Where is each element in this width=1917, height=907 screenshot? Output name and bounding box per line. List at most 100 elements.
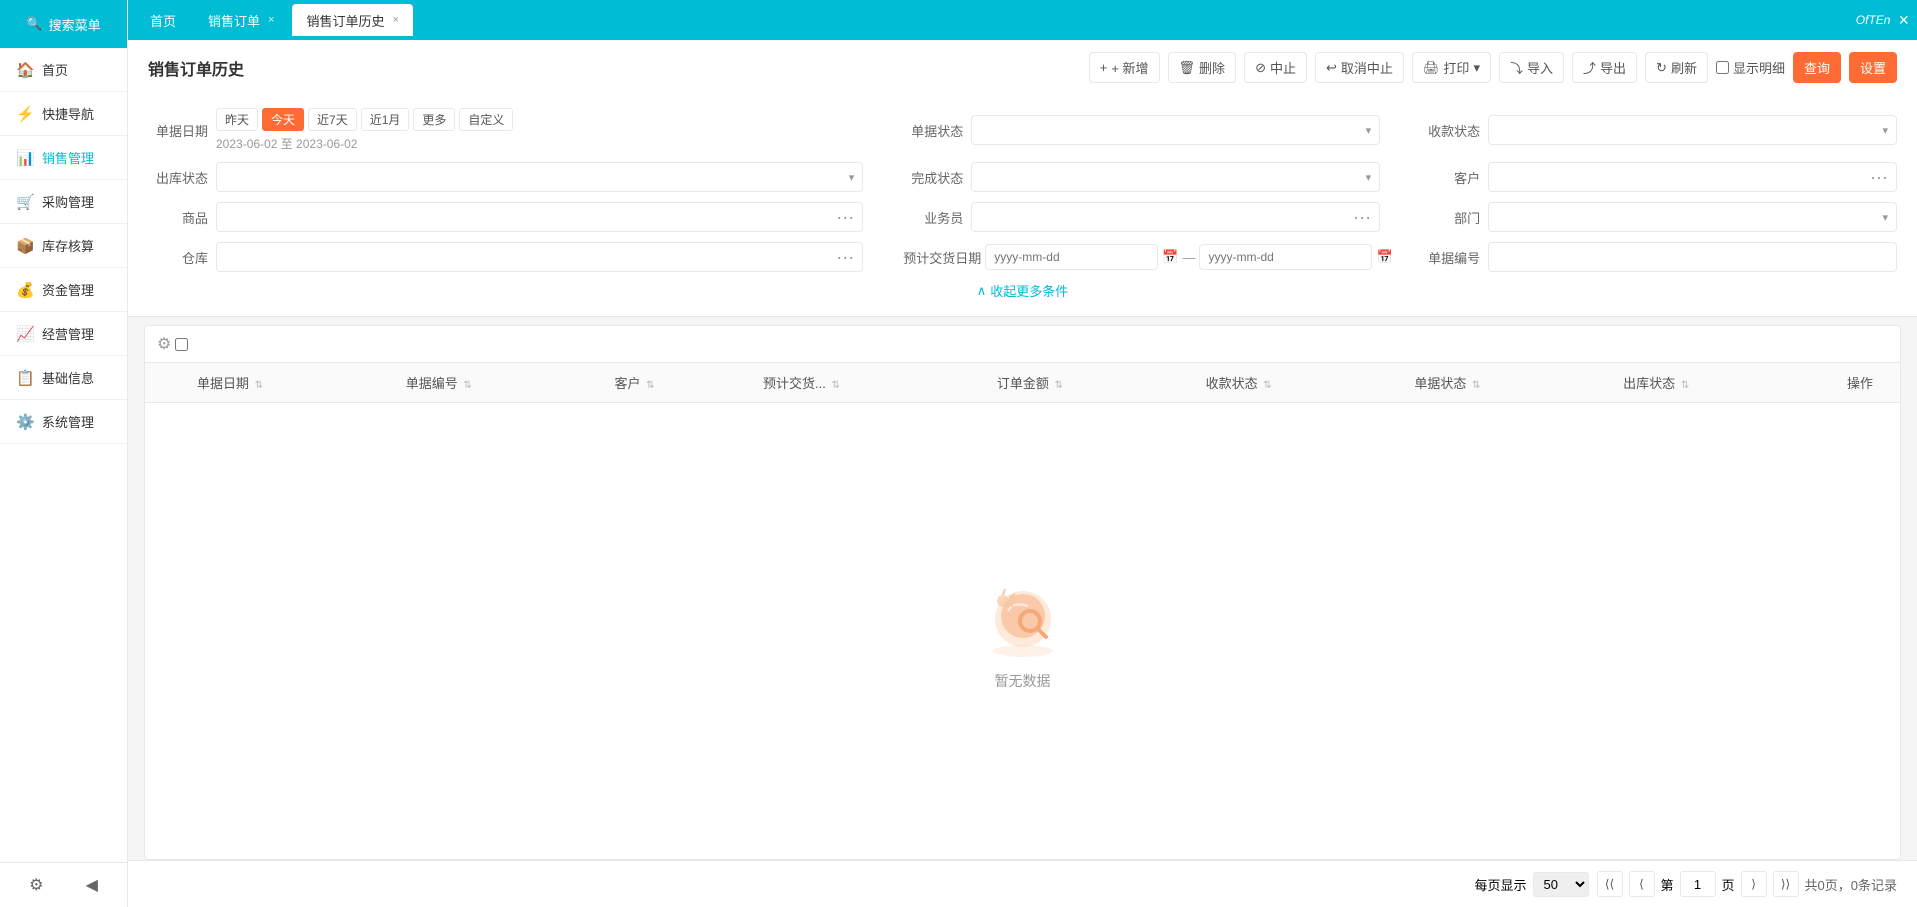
customer-control[interactable]: ··· bbox=[1488, 162, 1897, 192]
empty-illustration bbox=[973, 571, 1073, 671]
date-btn-more[interactable]: 更多 bbox=[413, 108, 455, 131]
product-label: 商品 bbox=[148, 208, 208, 227]
collapse-icon[interactable]: ◀ bbox=[86, 875, 98, 895]
tab-home[interactable]: 首页 bbox=[136, 4, 190, 36]
sidebar-item-quick-nav[interactable]: ⚡ 快捷导航 bbox=[0, 92, 127, 136]
calendar-end-icon[interactable]: 📅 bbox=[1376, 249, 1392, 265]
date-btn-yesterday[interactable]: 昨天 bbox=[216, 108, 258, 131]
filter-area: 单据日期 昨天 今天 近7天 近1月 更多 自定义 2023-06-02 至 2… bbox=[148, 95, 1897, 316]
sidebar-item-purchase[interactable]: 🛒 采购管理 bbox=[0, 180, 127, 224]
main-area: 首页 销售订单 × 销售订单历史 × OfTEn × 销售订单历史 + + 新增 bbox=[128, 0, 1917, 907]
cancel-stop-icon: ↩ bbox=[1326, 60, 1337, 76]
import-button[interactable]: ⤵ 导入 bbox=[1499, 52, 1564, 83]
delete-button[interactable]: 🗑 删除 bbox=[1168, 52, 1237, 83]
per-page-select[interactable]: 50 10 20 100 bbox=[1533, 872, 1589, 897]
date-btn-1month[interactable]: 近1月 bbox=[361, 108, 410, 131]
salesperson-control[interactable]: ··· bbox=[971, 202, 1380, 232]
collapse-row[interactable]: ∧ 收起更多条件 bbox=[148, 277, 1897, 304]
tab-bar-close-icon[interactable]: × bbox=[1898, 10, 1909, 31]
sidebar-item-finance[interactable]: 💰 资金管理 bbox=[0, 268, 127, 312]
warehouse-control[interactable]: ··· bbox=[216, 242, 863, 272]
query-button[interactable]: 查询 bbox=[1793, 52, 1841, 83]
table-header: 单据日期 ⇅ 单据编号 ⇅ 客户 ⇅ 预计交货... bbox=[145, 363, 1900, 403]
payment-status-chevron: ▾ bbox=[1882, 124, 1888, 137]
tab-bar-right: OfTEn × bbox=[1856, 10, 1909, 31]
empty-text: 暂无数据 bbox=[995, 671, 1051, 691]
th-check bbox=[145, 363, 185, 403]
tab-sales-order[interactable]: 销售订单 × bbox=[194, 4, 288, 36]
tab-home-label: 首页 bbox=[150, 11, 176, 30]
order-status-chevron: ▾ bbox=[1366, 124, 1372, 137]
calendar-start-icon[interactable]: 📅 bbox=[1162, 249, 1178, 265]
sidebar-item-sales[interactable]: 📊 销售管理 bbox=[0, 136, 127, 180]
department-control[interactable]: ▾ bbox=[1488, 202, 1897, 232]
th-number[interactable]: 单据编号 ⇅ bbox=[394, 363, 603, 403]
expected-date-end[interactable] bbox=[1199, 244, 1372, 270]
pagination: ⟨⟨ ⟨ 第 页 ⟩ ⟩⟩ 共0页，0条记录 bbox=[1597, 871, 1898, 897]
new-button[interactable]: + + 新增 bbox=[1089, 52, 1160, 83]
sidebar-item-operations[interactable]: 📈 经营管理 bbox=[0, 312, 127, 356]
select-all-checkbox[interactable] bbox=[175, 338, 188, 351]
sidebar-item-inventory[interactable]: 📦 库存核算 bbox=[0, 224, 127, 268]
filter-salesperson: 业务员 ··· bbox=[903, 202, 1380, 232]
th-date[interactable]: 单据日期 ⇅ bbox=[185, 363, 394, 403]
order-number-control[interactable] bbox=[1488, 242, 1897, 272]
gear-table-icon[interactable]: ⚙ bbox=[157, 334, 171, 354]
display-detail-input[interactable] bbox=[1716, 61, 1729, 74]
th-delivery-status[interactable]: 出库状态 ⇅ bbox=[1611, 363, 1820, 403]
chevron-up-icon: ∧ bbox=[977, 283, 987, 299]
search-icon: 🔍 bbox=[26, 16, 42, 32]
sidebar-item-system-label: 系统管理 bbox=[42, 412, 94, 431]
warehouse-label: 仓库 bbox=[148, 248, 208, 267]
print-button[interactable]: 🖨 打印 ▾ bbox=[1412, 52, 1491, 83]
first-page-button[interactable]: ⟨⟨ bbox=[1597, 871, 1623, 897]
settings-button[interactable]: 设置 bbox=[1849, 52, 1897, 83]
filter-row-1: 单据日期 昨天 今天 近7天 近1月 更多 自定义 2023-06-02 至 2… bbox=[148, 103, 1897, 157]
expected-date-start[interactable] bbox=[985, 244, 1158, 270]
date-btn-7days[interactable]: 近7天 bbox=[308, 108, 357, 131]
date-btn-today[interactable]: 今天 bbox=[262, 108, 304, 131]
filter-customer: 客户 ··· bbox=[1420, 162, 1897, 192]
customer-label: 客户 bbox=[1420, 168, 1480, 187]
empty-state: 暂无数据 bbox=[145, 403, 1900, 859]
delete-label: 删除 bbox=[1199, 58, 1225, 77]
th-amount[interactable]: 订单金额 ⇅ bbox=[985, 363, 1194, 403]
delivery-status-control[interactable]: ▾ bbox=[216, 162, 863, 192]
tab-sales-order-close[interactable]: × bbox=[268, 14, 274, 26]
refresh-icon: ↻ bbox=[1656, 60, 1667, 76]
page-header: 销售订单历史 + + 新增 🗑 删除 ⊘ 中止 ↩ bbox=[128, 40, 1917, 317]
settings-gear-icon[interactable]: ⚙ bbox=[29, 875, 43, 895]
sidebar-item-basic-info[interactable]: 📋 基础信息 bbox=[0, 356, 127, 400]
page-input[interactable] bbox=[1680, 871, 1716, 897]
next-page-button[interactable]: ⟩ bbox=[1741, 871, 1767, 897]
stop-button[interactable]: ⊘ 中止 bbox=[1244, 52, 1307, 83]
import-icon: ⤵ bbox=[1510, 58, 1523, 77]
display-detail-checkbox[interactable]: 显示明细 bbox=[1716, 58, 1785, 77]
filter-row-3: 商品 ··· 业务员 ··· bbox=[148, 197, 1897, 237]
prev-page-button[interactable]: ⟨ bbox=[1629, 871, 1655, 897]
cancel-stop-button[interactable]: ↩ 取消中止 bbox=[1315, 52, 1404, 83]
completion-status-control[interactable]: ▾ bbox=[971, 162, 1380, 192]
refresh-button[interactable]: ↻ 刷新 bbox=[1645, 52, 1708, 83]
system-icon: ⚙️ bbox=[16, 413, 34, 431]
last-page-button[interactable]: ⟩⟩ bbox=[1773, 871, 1799, 897]
sidebar-search[interactable]: 🔍 搜索菜单 bbox=[0, 0, 127, 48]
th-order-status[interactable]: 单据状态 ⇅ bbox=[1402, 363, 1611, 403]
quick-nav-icon: ⚡ bbox=[16, 105, 34, 123]
date-btn-custom[interactable]: 自定义 bbox=[459, 108, 513, 131]
th-expected-date[interactable]: 预计交货... ⇅ bbox=[751, 363, 985, 403]
th-customer[interactable]: 客户 ⇅ bbox=[603, 363, 751, 403]
settings-label: 设置 bbox=[1860, 58, 1886, 77]
order-status-control[interactable]: ▾ bbox=[971, 115, 1380, 145]
payment-status-control[interactable]: ▾ bbox=[1488, 115, 1897, 145]
sidebar-item-system[interactable]: ⚙️ 系统管理 bbox=[0, 400, 127, 444]
often-label: OfTEn bbox=[1856, 13, 1891, 27]
tab-sales-order-history-close[interactable]: × bbox=[392, 14, 398, 26]
page-title: 销售订单历史 bbox=[148, 56, 244, 80]
export-button[interactable]: ⤴ 导出 bbox=[1572, 52, 1637, 83]
tab-sales-order-history[interactable]: 销售订单历史 × bbox=[292, 4, 412, 36]
product-control[interactable]: ··· bbox=[216, 202, 863, 232]
sidebar-item-home[interactable]: 🏠 首页 bbox=[0, 48, 127, 92]
tab-sales-order-label: 销售订单 bbox=[208, 11, 260, 30]
th-payment-status[interactable]: 收款状态 ⇅ bbox=[1194, 363, 1403, 403]
